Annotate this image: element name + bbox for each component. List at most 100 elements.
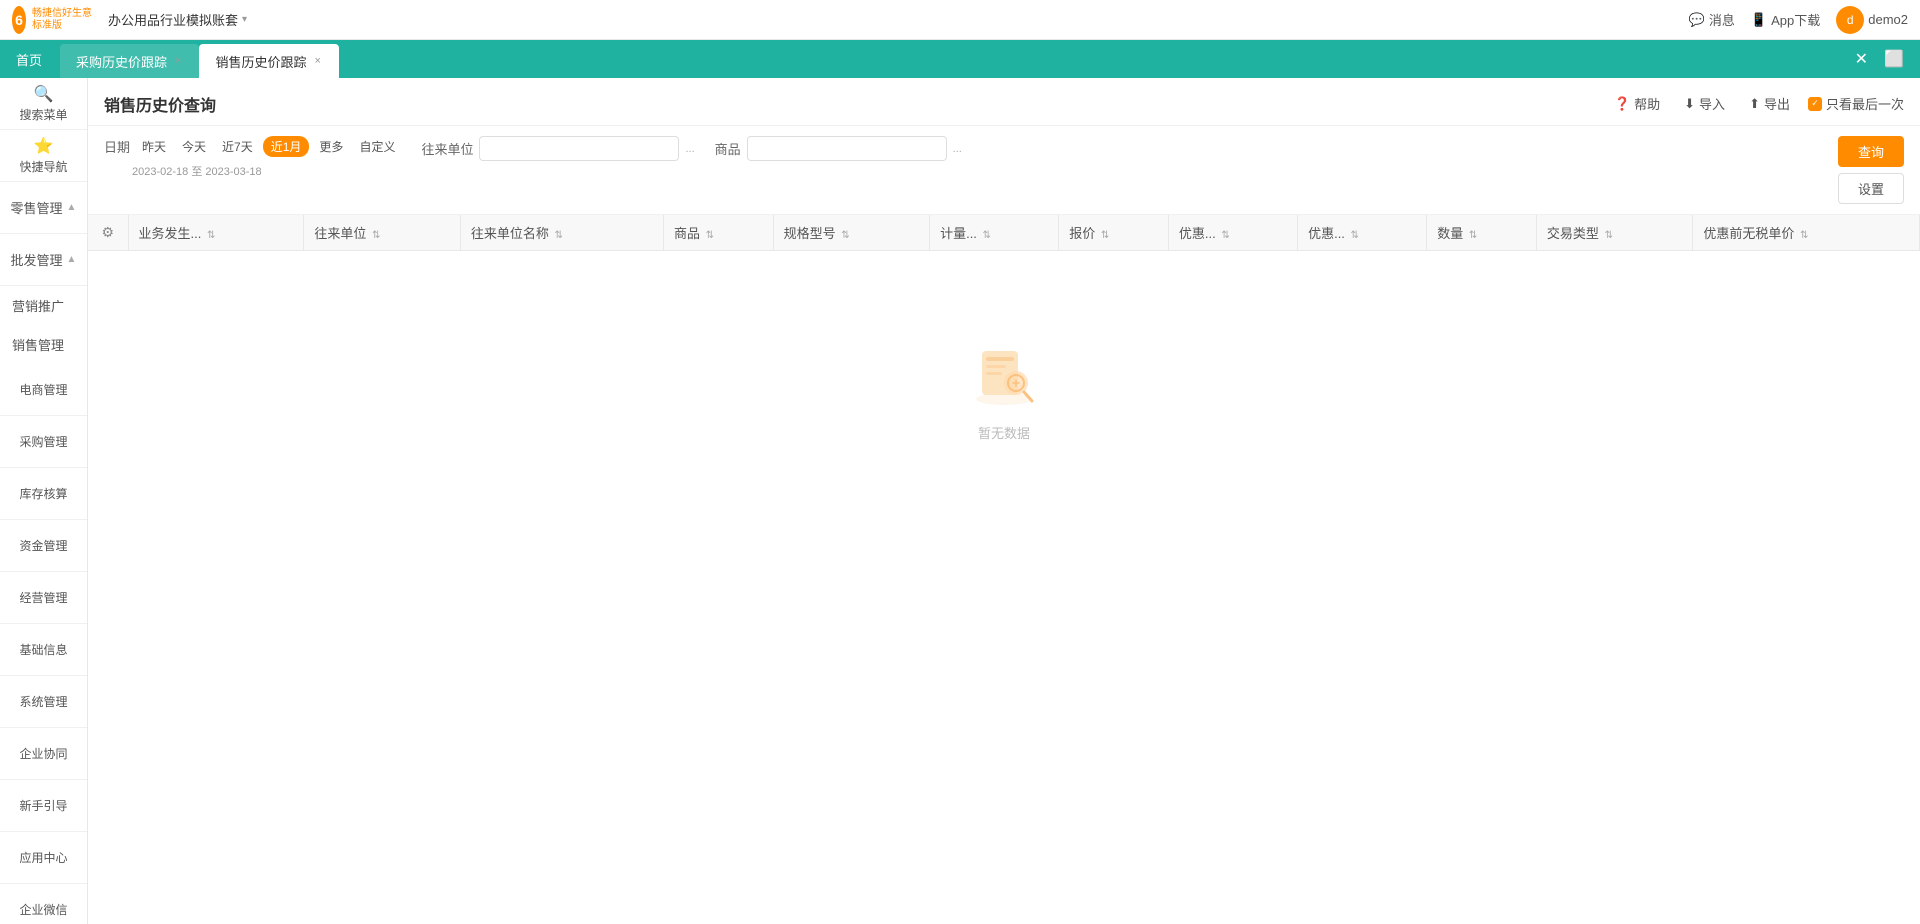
th-product[interactable]: 商品 ⇅ xyxy=(663,215,773,251)
date-range-text: 2023-02-18 至 2023-03-18 xyxy=(104,163,401,179)
date-tab-more[interactable]: 更多 xyxy=(313,136,349,157)
sidebar-item-search[interactable]: 🔍 搜索菜单 xyxy=(0,78,87,130)
data-table: ⚙ 业务发生... ⇅ 往来单位 ⇅ 往来单位名称 xyxy=(88,215,1920,251)
tab-sales-close-icon[interactable]: × xyxy=(312,53,322,69)
app-selector[interactable]: 办公用品行业模拟账套 ▾ xyxy=(100,6,255,33)
th-unit[interactable]: 计量... ⇅ xyxy=(930,215,1059,251)
only-last-checkbox[interactable] xyxy=(1808,97,1822,111)
filter-buttons: 查询 设置 xyxy=(1838,136,1904,204)
sidebar-item-collaboration[interactable]: 企业协同 xyxy=(0,728,87,780)
maximize-window-button[interactable]: ⬜ xyxy=(1880,45,1908,73)
th-partner-name[interactable]: 往来单位名称 ⇅ xyxy=(460,215,663,251)
sidebar-item-inventory[interactable]: 库存核算 xyxy=(0,468,87,520)
empty-icon xyxy=(964,331,1044,411)
gear-icon: ⚙ xyxy=(101,224,114,240)
export-icon: ⬆ xyxy=(1749,96,1760,112)
tab-purchase-history[interactable]: 采购历史价跟踪 × xyxy=(60,44,199,78)
empty-text: 暂无数据 xyxy=(978,423,1030,442)
tab-sales-history[interactable]: 销售历史价跟踪 × xyxy=(199,44,338,78)
sort-icon: ⇅ xyxy=(1101,230,1109,241)
search-icon: 🔍 xyxy=(34,84,54,104)
table-header: ⚙ 业务发生... ⇅ 往来单位 ⇅ 往来单位名称 xyxy=(88,215,1920,251)
app-download-button[interactable]: 📱 App下载 xyxy=(1751,10,1820,29)
date-tabs: 昨天 今天 近7天 近1月 更多 自定义 xyxy=(136,136,401,157)
sidebar-item-ecommerce[interactable]: 电商管理 xyxy=(0,364,87,416)
tab-bar-actions: ✕ ⬜ xyxy=(1851,45,1920,73)
only-last-label: 只看最后一次 xyxy=(1826,94,1904,113)
sidebar-item-guide[interactable]: 新手引导 xyxy=(0,780,87,832)
sidebar-item-search-label: 搜索菜单 xyxy=(19,106,67,123)
sort-icon: ⇅ xyxy=(706,230,714,241)
query-button[interactable]: 查询 xyxy=(1838,136,1904,167)
th-quote-price[interactable]: 报价 ⇅ xyxy=(1059,215,1169,251)
tab-home[interactable]: 首页 xyxy=(0,40,58,78)
retail-arrow-icon: ▲ xyxy=(67,202,77,213)
th-trade-type[interactable]: 交易类型 ⇅ xyxy=(1536,215,1692,251)
user-menu-button[interactable]: d demo2 xyxy=(1836,6,1908,34)
only-last-checkbox-area[interactable]: 只看最后一次 xyxy=(1808,94,1904,113)
th-discount2[interactable]: 优惠... ⇅ xyxy=(1298,215,1427,251)
enterprise-wechat-label: 企业微信 xyxy=(19,901,67,918)
sidebar-shortcuts-label: 快捷导航 xyxy=(19,158,67,175)
date-tab-1month[interactable]: 近1月 xyxy=(263,136,310,157)
settings-button[interactable]: 设置 xyxy=(1838,173,1904,204)
date-tab-7days[interactable]: 近7天 xyxy=(216,136,259,157)
sort-icon: ⇅ xyxy=(207,230,215,241)
sidebar-item-enterprise-wechat[interactable]: 企业微信 xyxy=(0,884,87,924)
th-no-tax-price[interactable]: 优惠前无税单价 ⇅ xyxy=(1693,215,1920,251)
tab-purchase-label: 采购历史价跟踪 xyxy=(76,52,167,71)
help-icon: ❓ xyxy=(1614,96,1630,112)
sidebar-item-finance[interactable]: 资金管理 xyxy=(0,520,87,572)
date-tab-yesterday[interactable]: 昨天 xyxy=(136,136,172,157)
marketing-label: 营销推广 xyxy=(12,296,64,315)
ecommerce-label: 电商管理 xyxy=(19,381,67,398)
tab-bar: 首页 采购历史价跟踪 × 销售历史价跟踪 × ✕ ⬜ xyxy=(0,40,1920,78)
th-partner-code[interactable]: 往来单位 ⇅ xyxy=(304,215,460,251)
close-window-button[interactable]: ✕ xyxy=(1851,45,1872,73)
filter-bar: 日期 昨天 今天 近7天 近1月 更多 自定义 2023-02-18 至 202… xyxy=(88,126,1920,215)
shortcuts-icon: ⭐ xyxy=(34,136,54,156)
sidebar-item-sales[interactable]: 销售管理 xyxy=(0,325,87,364)
th-gear[interactable]: ⚙ xyxy=(88,215,128,251)
help-button[interactable]: ❓ 帮助 xyxy=(1608,90,1666,117)
sidebar-item-wholesale[interactable]: 批发管理 ▲ xyxy=(0,234,87,286)
sidebar-item-purchase[interactable]: 采购管理 xyxy=(0,416,87,468)
retail-label: 零售管理 xyxy=(11,198,63,217)
tab-purchase-close-icon[interactable]: × xyxy=(173,53,183,69)
logo-area: 6 畅捷信好生意 标准版 xyxy=(12,6,92,34)
chevron-down-icon: ▾ xyxy=(242,14,247,25)
sidebar: 🔍 搜索菜单 ⭐ 快捷导航 零售管理 ▲ 批发管理 ▲ 营销推广 销售管理 电商… xyxy=(0,78,88,924)
finance-label: 资金管理 xyxy=(19,537,67,554)
main-layout: 🔍 搜索菜单 ⭐ 快捷导航 零售管理 ▲ 批发管理 ▲ 营销推广 销售管理 电商… xyxy=(0,78,1920,924)
download-icon: 📱 xyxy=(1751,12,1767,28)
sort-icon: ⇅ xyxy=(1351,230,1359,241)
date-tab-today[interactable]: 今天 xyxy=(176,136,212,157)
purchase-label: 采购管理 xyxy=(19,433,67,450)
th-biz-date[interactable]: 业务发生... ⇅ xyxy=(128,215,304,251)
sidebar-item-operations[interactable]: 经营管理 xyxy=(0,572,87,624)
sidebar-item-basics[interactable]: 基础信息 xyxy=(0,624,87,676)
sidebar-item-retail[interactable]: 零售管理 ▲ xyxy=(0,182,87,234)
avatar: d xyxy=(1836,6,1864,34)
sidebar-item-system[interactable]: 系统管理 xyxy=(0,676,87,728)
sidebar-item-appstore[interactable]: 应用中心 xyxy=(0,832,87,884)
product-filter-label: 商品 xyxy=(715,139,741,158)
partner-filter-input[interactable] xyxy=(479,136,679,161)
date-tab-custom[interactable]: 自定义 xyxy=(353,136,401,157)
page-container: 销售历史价查询 ❓ 帮助 ⬇ 导入 ⬆ 导出 xyxy=(88,78,1920,924)
product-filter-group: 商品 ... xyxy=(715,136,962,161)
content-area: 销售历史价查询 ❓ 帮助 ⬇ 导入 ⬆ 导出 xyxy=(88,78,1920,924)
th-discount1[interactable]: 优惠... ⇅ xyxy=(1168,215,1297,251)
sales-label: 销售管理 xyxy=(12,335,64,354)
message-button[interactable]: 💬 消息 xyxy=(1689,10,1735,29)
wholesale-arrow-icon: ▲ xyxy=(67,254,77,265)
sidebar-item-shortcuts[interactable]: ⭐ 快捷导航 xyxy=(0,130,87,182)
th-spec[interactable]: 规格型号 ⇅ xyxy=(773,215,929,251)
top-bar-right: 💬 消息 📱 App下载 d demo2 xyxy=(1689,6,1908,34)
export-button[interactable]: ⬆ 导出 xyxy=(1743,90,1796,117)
import-button[interactable]: ⬇ 导入 xyxy=(1678,90,1731,117)
product-filter-input[interactable] xyxy=(747,136,947,161)
th-quantity[interactable]: 数量 ⇅ xyxy=(1427,215,1537,251)
sidebar-item-marketing[interactable]: 营销推广 xyxy=(0,286,87,325)
appstore-label: 应用中心 xyxy=(19,849,67,866)
